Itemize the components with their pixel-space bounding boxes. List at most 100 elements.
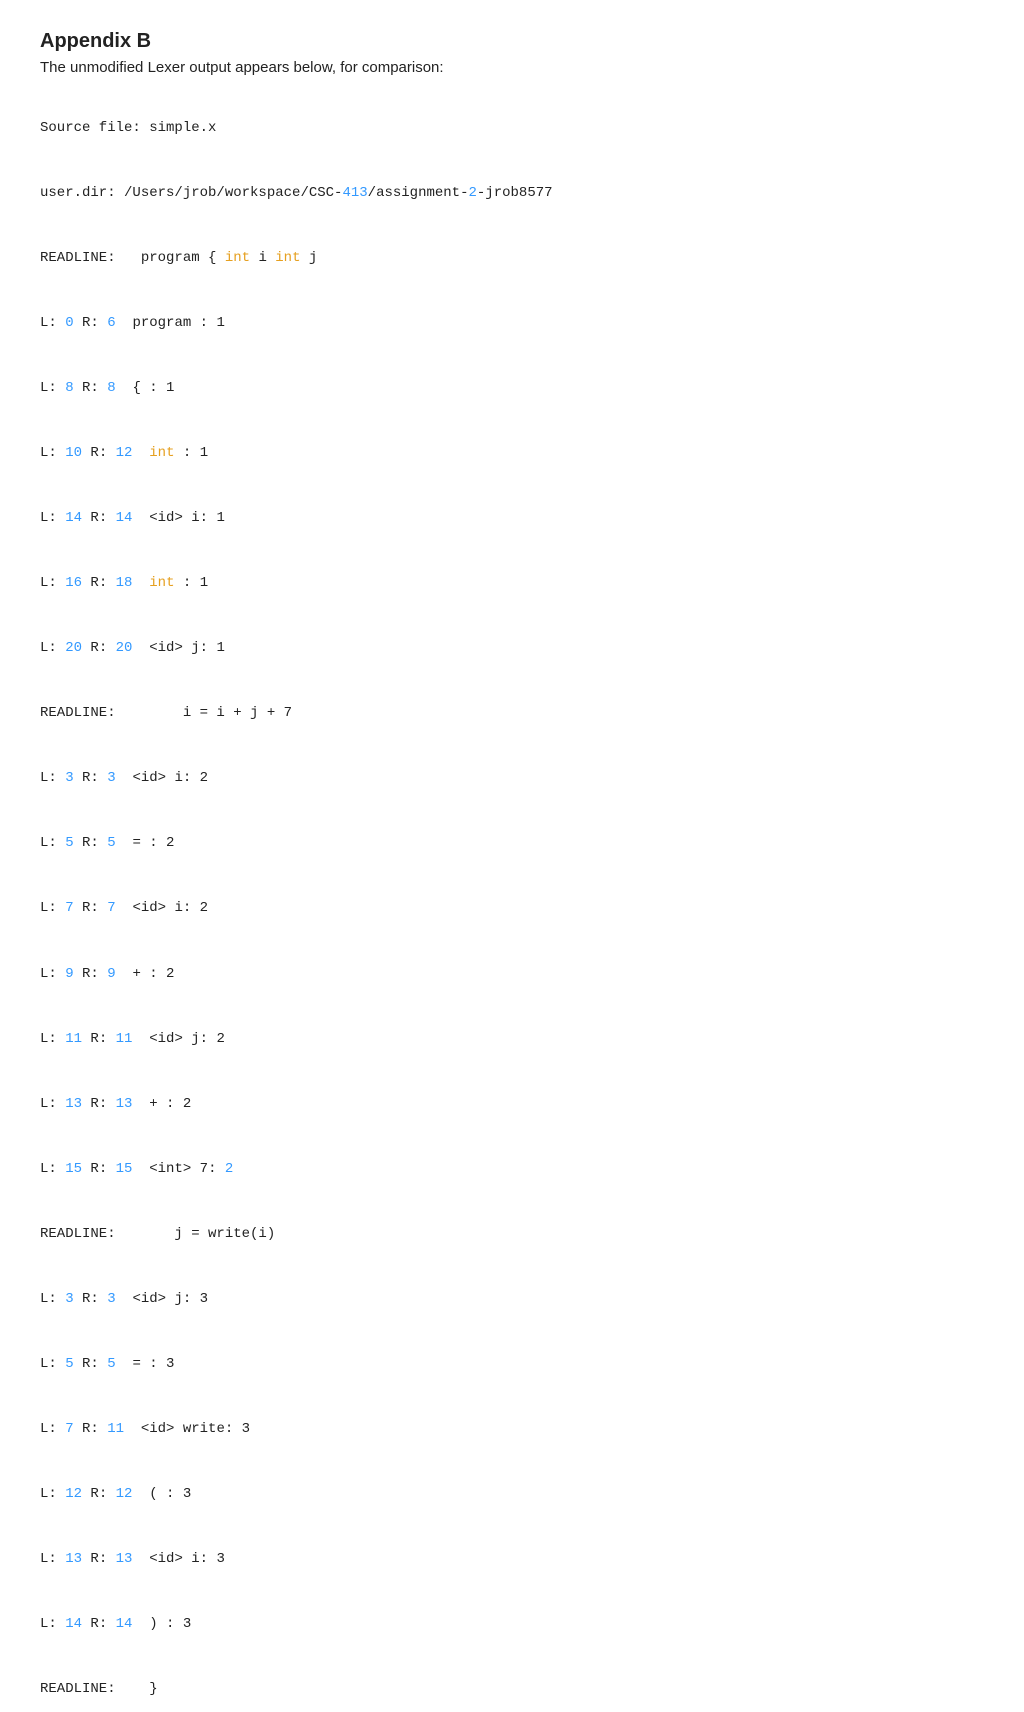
readline3: READLINE: j = write(i) xyxy=(40,1226,275,1242)
l5r5a-r: 5 xyxy=(107,835,115,851)
l13r13a-r: 13 xyxy=(116,1096,133,1112)
l13r13a-pre: L: xyxy=(40,1096,65,1112)
l3r3b-pre: L: xyxy=(40,1291,65,1307)
l5r5a-pre: L: xyxy=(40,835,65,851)
l10r12-pre: L: xyxy=(40,445,65,461)
l5r5a-end: = : 2 xyxy=(116,835,175,851)
l5r5b-pre: L: xyxy=(40,1356,65,1372)
readline1-pre: READLINE: program { xyxy=(40,250,225,266)
line-userdir-pre: user.dir: /Users/jrob/workspace/CSC- xyxy=(40,185,342,201)
l3r3a-end: <id> i: 2 xyxy=(116,770,208,786)
l8r8-mid: R: xyxy=(74,380,108,396)
l15r15-r: 15 xyxy=(116,1161,133,1177)
l7r11-l: 7 xyxy=(65,1421,73,1437)
l3r3a-l: 3 xyxy=(65,770,73,786)
l3r3a-mid: R: xyxy=(74,770,108,786)
l13r13b-r: 13 xyxy=(116,1551,133,1567)
l14r14b-r: 14 xyxy=(116,1616,133,1632)
l10r12-r: 12 xyxy=(116,445,133,461)
l7r7a-r: 7 xyxy=(107,900,115,916)
line-userdir-num1: 413 xyxy=(342,185,367,201)
l11r11-end: <id> j: 2 xyxy=(132,1031,224,1047)
l5r5b-l: 5 xyxy=(65,1356,73,1372)
l14r14b-l: 14 xyxy=(65,1616,82,1632)
l11r11-mid: R: xyxy=(82,1031,116,1047)
l7r7a-l: 7 xyxy=(65,900,73,916)
line-userdir-num2: 2 xyxy=(469,185,477,201)
code-block: Source file: simple.x user.dir: /Users/j… xyxy=(40,96,984,1712)
l3r3a-r: 3 xyxy=(107,770,115,786)
l11r11-r: 11 xyxy=(116,1031,133,1047)
readline1-int2: int xyxy=(275,250,300,266)
l14r14b-pre: L: xyxy=(40,1616,65,1632)
l14r14-l: 14 xyxy=(65,510,82,526)
l11r11-l: 11 xyxy=(65,1031,82,1047)
l14r14-r: 14 xyxy=(116,510,133,526)
l14r14b-mid: R: xyxy=(82,1616,116,1632)
l3r3b-mid: R: xyxy=(74,1291,108,1307)
l7r7a-pre: L: xyxy=(40,900,65,916)
l9r9-l: 9 xyxy=(65,966,73,982)
l12r12-r: 12 xyxy=(116,1486,133,1502)
l3r3b-end: <id> j: 3 xyxy=(116,1291,208,1307)
l5r5b-r: 5 xyxy=(107,1356,115,1372)
l9r9-end: + : 2 xyxy=(116,966,175,982)
l8r8-l: 8 xyxy=(65,380,73,396)
l3r3b-l: 3 xyxy=(65,1291,73,1307)
l7r11-mid: R: xyxy=(74,1421,108,1437)
l10r12-end: : 1 xyxy=(174,445,208,461)
l5r5a-l: 5 xyxy=(65,835,73,851)
l14r14-pre: L: xyxy=(40,510,65,526)
l10r12-int: int xyxy=(149,445,174,461)
l13r13a-mid: R: xyxy=(82,1096,116,1112)
l14r14b-end: ) : 3 xyxy=(132,1616,191,1632)
l20r20-pre: L: xyxy=(40,640,65,656)
l9r9-mid: R: xyxy=(74,966,108,982)
l13r13b-end: <id> i: 3 xyxy=(132,1551,224,1567)
l0r6-l: 0 xyxy=(65,315,73,331)
l0r6-pre: L: xyxy=(40,315,65,331)
l8r8-end: { : 1 xyxy=(116,380,175,396)
l5r5a-mid: R: xyxy=(74,835,108,851)
readline1-mid: i xyxy=(250,250,275,266)
l15r15-mid: R: xyxy=(82,1161,116,1177)
readline1-int1: int xyxy=(225,250,250,266)
l0r6-r: 6 xyxy=(107,315,115,331)
l16r18-end: : 1 xyxy=(174,575,208,591)
line-userdir-mid: /assignment- xyxy=(368,185,469,201)
l13r13b-pre: L: xyxy=(40,1551,65,1567)
l11r11-pre: L: xyxy=(40,1031,65,1047)
l5r5b-end: = : 3 xyxy=(116,1356,175,1372)
l15r15-pre: L: xyxy=(40,1161,65,1177)
l3r3b-r: 3 xyxy=(107,1291,115,1307)
l16r18-l: 16 xyxy=(65,575,82,591)
l12r12-mid: R: xyxy=(82,1486,116,1502)
l8r8-pre: L: xyxy=(40,380,65,396)
l5r5b-mid: R: xyxy=(74,1356,108,1372)
l7r11-pre: L: xyxy=(40,1421,65,1437)
l14r14-mid: R: xyxy=(82,510,116,526)
line-source: Source file: simple.x xyxy=(40,120,216,136)
readline2: READLINE: i = i + j + 7 xyxy=(40,705,292,721)
l15r15-l: 15 xyxy=(65,1161,82,1177)
l8r8-r: 8 xyxy=(107,380,115,396)
line-userdir-end: -jrob8577 xyxy=(477,185,553,201)
appendix-title: Appendix B xyxy=(40,30,984,53)
l15r15-end-num: 2 xyxy=(225,1161,233,1177)
l10r12-mid: R: xyxy=(82,445,116,461)
l7r11-r: 11 xyxy=(107,1421,124,1437)
l12r12-l: 12 xyxy=(65,1486,82,1502)
l20r20-r: 20 xyxy=(116,640,133,656)
l16r18-pre: L: xyxy=(40,575,65,591)
l20r20-mid: R: xyxy=(82,640,116,656)
readline1-end: j xyxy=(301,250,318,266)
l13r13b-l: 13 xyxy=(65,1551,82,1567)
l0r6-end: program : 1 xyxy=(116,315,225,331)
l7r7a-mid: R: xyxy=(74,900,108,916)
l9r9-r: 9 xyxy=(107,966,115,982)
l20r20-l: 20 xyxy=(65,640,82,656)
l15r15-end-pre: <int> 7: xyxy=(132,1161,224,1177)
l14r14-end: <id> i: 1 xyxy=(132,510,224,526)
l3r3a-pre: L: xyxy=(40,770,65,786)
l16r18-mid: R: xyxy=(82,575,116,591)
